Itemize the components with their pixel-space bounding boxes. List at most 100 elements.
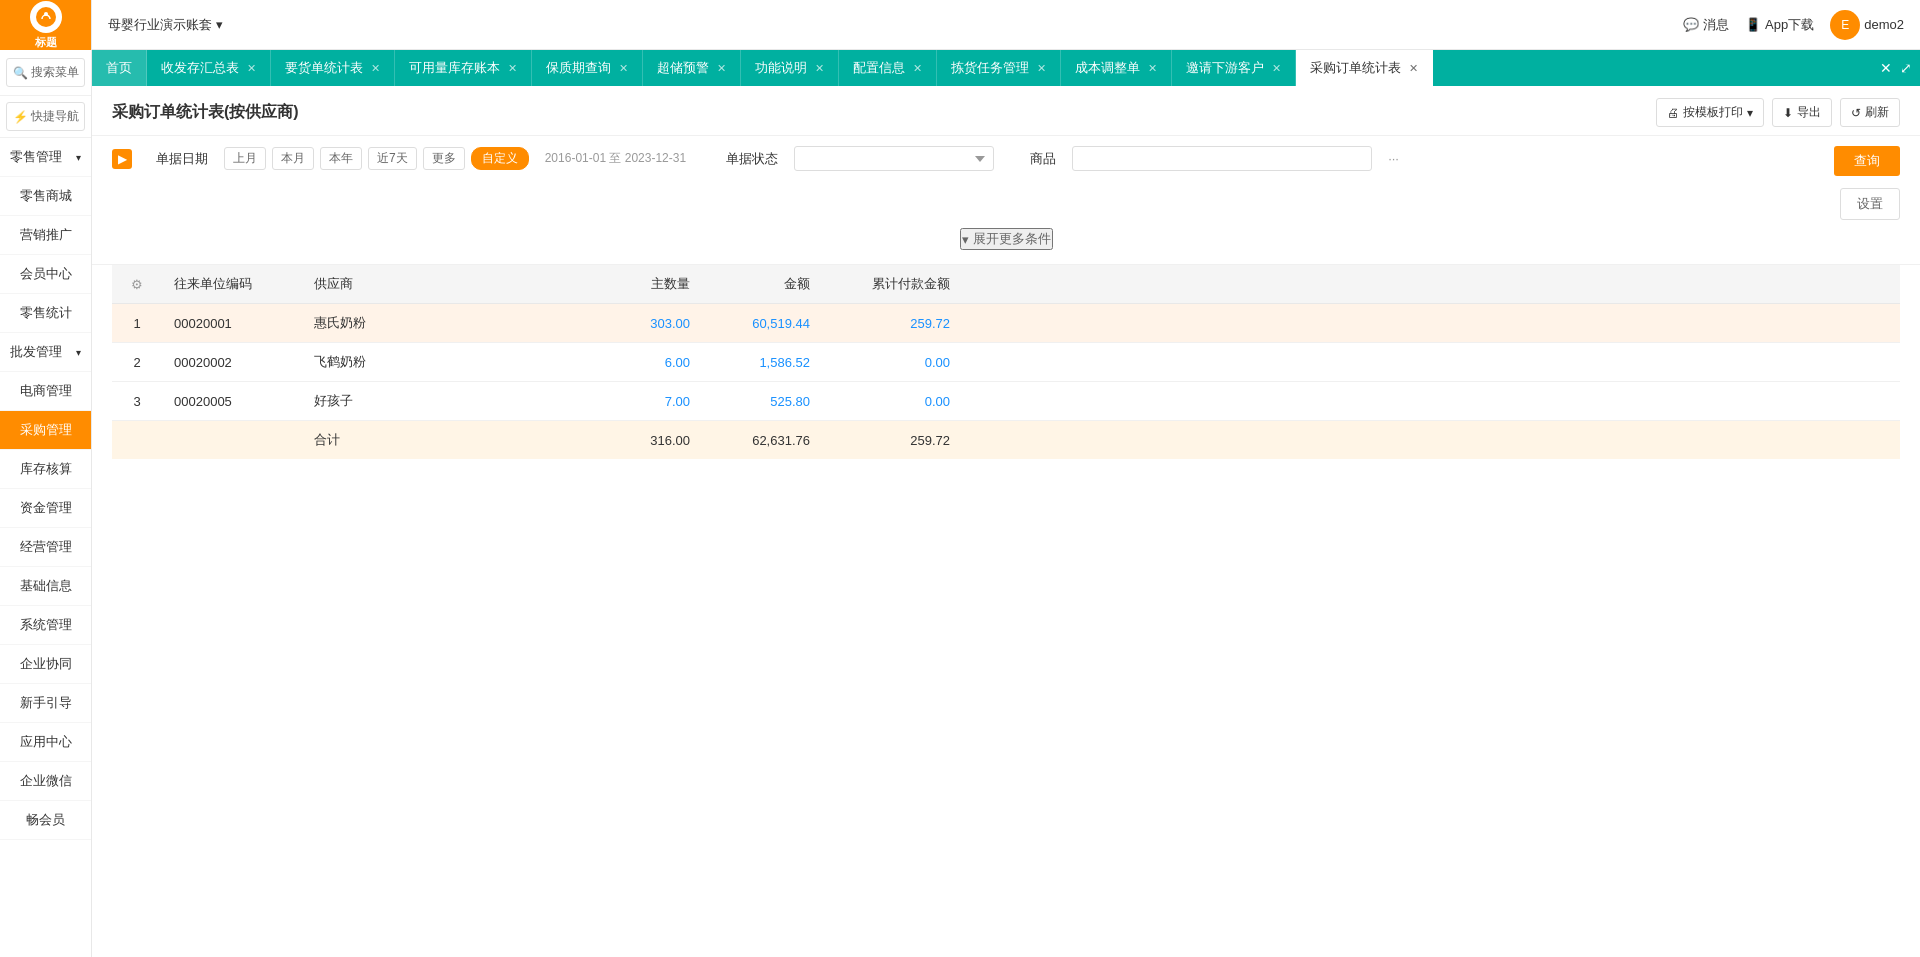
expand-more-button[interactable]: ▾ 展开更多条件: [960, 228, 1053, 250]
footer-label: [162, 421, 302, 460]
tab-close-all-button[interactable]: ✕: [1880, 60, 1892, 76]
sidebar-logo: 标题: [0, 0, 91, 50]
tab-chengbentiaozhen[interactable]: 成本调整单 ✕: [1061, 50, 1172, 86]
footer-paid: 259.72: [822, 421, 962, 460]
username-label: demo2: [1864, 17, 1904, 32]
goods-input[interactable]: [1072, 146, 1372, 171]
sidebar-item-retail_shop[interactable]: 零售商城: [0, 177, 91, 216]
sidebar-item-inventory[interactable]: 库存核算: [0, 450, 91, 489]
app-logo-icon: [30, 1, 62, 33]
table-row: 3 00020005 好孩子 7.00 525.80 0.00: [112, 382, 1900, 421]
page-header: 采购订单统计表(按供应商) 🖨 按模板打印 ▾ ⬇ 导出 ↺ 刷新: [92, 86, 1920, 136]
sidebar-item-vip[interactable]: 畅会员: [0, 801, 91, 840]
date-btn-more[interactable]: 更多: [423, 147, 465, 170]
date-btn-last-month[interactable]: 上月: [224, 147, 266, 170]
cell-qty-2[interactable]: 7.00: [582, 382, 702, 421]
sidebar-menu: 零售管理▾ 零售商城营销推广会员中心零售统计批发管理▾电商管理采购管理库存核算资金…: [0, 138, 91, 957]
app-download-button[interactable]: 📱 App下载: [1745, 16, 1814, 34]
table-row: 2 00020002 飞鹤奶粉 6.00 1,586.52 0.00: [112, 343, 1900, 382]
cell-paid-0[interactable]: 259.72: [822, 304, 962, 343]
sidebar-item-newbie[interactable]: 新手引导: [0, 684, 91, 723]
sidebar-item-purchase[interactable]: 采购管理: [0, 411, 91, 450]
sidebar-item-basic[interactable]: 基础信息: [0, 567, 91, 606]
tab-close-yaohuo[interactable]: ✕: [371, 62, 380, 75]
tab-close-gongngshuoming[interactable]: ✕: [815, 62, 824, 75]
sidebar-item-ecommerce[interactable]: 电商管理: [0, 372, 91, 411]
sidebar-item-member[interactable]: 会员中心: [0, 255, 91, 294]
sidebar-item-appcenter[interactable]: 应用中心: [0, 723, 91, 762]
cell-paid-2[interactable]: 0.00: [822, 382, 962, 421]
main-area: 母婴行业演示账套 ▾ 💬 消息 📱 App下载 E demo2 首页收发存汇总表…: [92, 0, 1920, 957]
cell-paid-1[interactable]: 0.00: [822, 343, 962, 382]
goods-more-icon[interactable]: ···: [1388, 151, 1399, 166]
cell-amount-0[interactable]: 60,519.44: [702, 304, 822, 343]
export-button[interactable]: ⬇ 导出: [1772, 98, 1832, 127]
print-button[interactable]: 🖨 按模板打印 ▾: [1656, 98, 1764, 127]
tab-peihuorenwu[interactable]: 拣货任务管理✕: [937, 50, 1061, 86]
workspace-label: 母婴行业演示账套: [108, 16, 212, 34]
sidebar-item-label-retail_shop: 零售商城: [20, 187, 72, 205]
expand-icon[interactable]: ▶: [112, 149, 132, 169]
filter-left: ▶ 单据日期 上月 本月 本年 近7天 更多 自定义 2016-01-01 至 …: [112, 146, 1822, 179]
sidebar-quicknav-section: ⚡ 快捷导航: [0, 96, 91, 138]
state-select[interactable]: [794, 146, 994, 171]
filter-actions: 查询 设置: [1822, 146, 1900, 220]
tab-close-chaochuyujing[interactable]: ✕: [717, 62, 726, 75]
tab-chaochuyujing[interactable]: 超储预警✕: [643, 50, 741, 86]
tab-shoufa[interactable]: 收发存汇总表✕: [147, 50, 271, 86]
cell-supplier-0: 惠氏奶粉: [302, 304, 582, 343]
message-icon: 💬: [1683, 17, 1699, 32]
refresh-button[interactable]: ↺ 刷新: [1840, 98, 1900, 127]
cell-amount-1[interactable]: 1,586.52: [702, 343, 822, 382]
tab-gongngshuoming[interactable]: 功能说明✕: [741, 50, 839, 86]
tab-close-yaoqing[interactable]: ✕: [1272, 62, 1281, 75]
tab-caigou_tjb[interactable]: 采购订单统计表✕: [1296, 50, 1433, 86]
date-btn-this-year[interactable]: 本年: [320, 147, 362, 170]
cell-code-2: 00020005: [162, 382, 302, 421]
state-label: 单据状态: [726, 150, 778, 168]
col-header-supplier: 供应商: [302, 265, 582, 304]
sidebar-item-ops[interactable]: 经营管理: [0, 528, 91, 567]
user-profile[interactable]: E demo2: [1830, 10, 1904, 40]
settings-button[interactable]: 设置: [1840, 188, 1900, 220]
tab-expand-button[interactable]: ⤢: [1900, 60, 1912, 76]
tab-yaohuo[interactable]: 要货单统计表✕: [271, 50, 395, 86]
tab-close-keyong[interactable]: ✕: [508, 62, 517, 75]
gear-icon[interactable]: ⚙: [131, 277, 143, 292]
sidebar-search-section: 🔍 搜索菜单: [0, 50, 91, 96]
tab-keyong[interactable]: 可用量库存账本✕: [395, 50, 532, 86]
sidebar-item-retail[interactable]: 零售管理▾: [0, 138, 91, 177]
page-title: 采购订单统计表(按供应商): [112, 102, 299, 123]
search-menu-button[interactable]: 🔍 搜索菜单: [6, 58, 85, 87]
query-button[interactable]: 查询: [1834, 146, 1900, 176]
date-btn-7days[interactable]: 近7天: [368, 147, 417, 170]
date-btn-this-month[interactable]: 本月: [272, 147, 314, 170]
tab-close-shoufa[interactable]: ✕: [247, 62, 256, 75]
sidebar-item-wholesale[interactable]: 批发管理▾: [0, 333, 91, 372]
date-btn-custom[interactable]: 自定义: [471, 147, 529, 170]
tab-close-peihuorenwu[interactable]: ✕: [1037, 62, 1046, 75]
sidebar-item-wechat[interactable]: 企业微信: [0, 762, 91, 801]
tab-close-baozhiqi[interactable]: ✕: [619, 62, 628, 75]
tab-baozhiqi[interactable]: 保质期查询✕: [532, 50, 643, 86]
tab-yaoqing[interactable]: 邀请下游客户✕: [1172, 50, 1296, 86]
tab-label-chengbentiaozhen: 成本调整单: [1075, 59, 1140, 77]
sidebar-item-enterprise[interactable]: 企业协同: [0, 645, 91, 684]
col-header-code: 往来单位编码: [162, 265, 302, 304]
tab-home[interactable]: 首页: [92, 50, 147, 86]
col-header-extra: [962, 265, 1900, 304]
cell-amount-2[interactable]: 525.80: [702, 382, 822, 421]
tab-close-caigou_tjb[interactable]: ✕: [1409, 62, 1418, 75]
sidebar-item-system[interactable]: 系统管理: [0, 606, 91, 645]
tab-close-chengbentiaozhen[interactable]: ✕: [1148, 62, 1157, 75]
sidebar-item-retail_stat[interactable]: 零售统计: [0, 294, 91, 333]
tab-peizhi[interactable]: 配置信息✕: [839, 50, 937, 86]
sidebar-item-finance[interactable]: 资金管理: [0, 489, 91, 528]
workspace-dropdown[interactable]: 母婴行业演示账套 ▾: [108, 16, 223, 34]
message-button[interactable]: 💬 消息: [1683, 16, 1729, 34]
sidebar-item-marketing[interactable]: 营销推广: [0, 216, 91, 255]
cell-qty-1[interactable]: 6.00: [582, 343, 702, 382]
quicknav-button[interactable]: ⚡ 快捷导航: [6, 102, 85, 131]
cell-qty-0[interactable]: 303.00: [582, 304, 702, 343]
tab-close-peizhi[interactable]: ✕: [913, 62, 922, 75]
